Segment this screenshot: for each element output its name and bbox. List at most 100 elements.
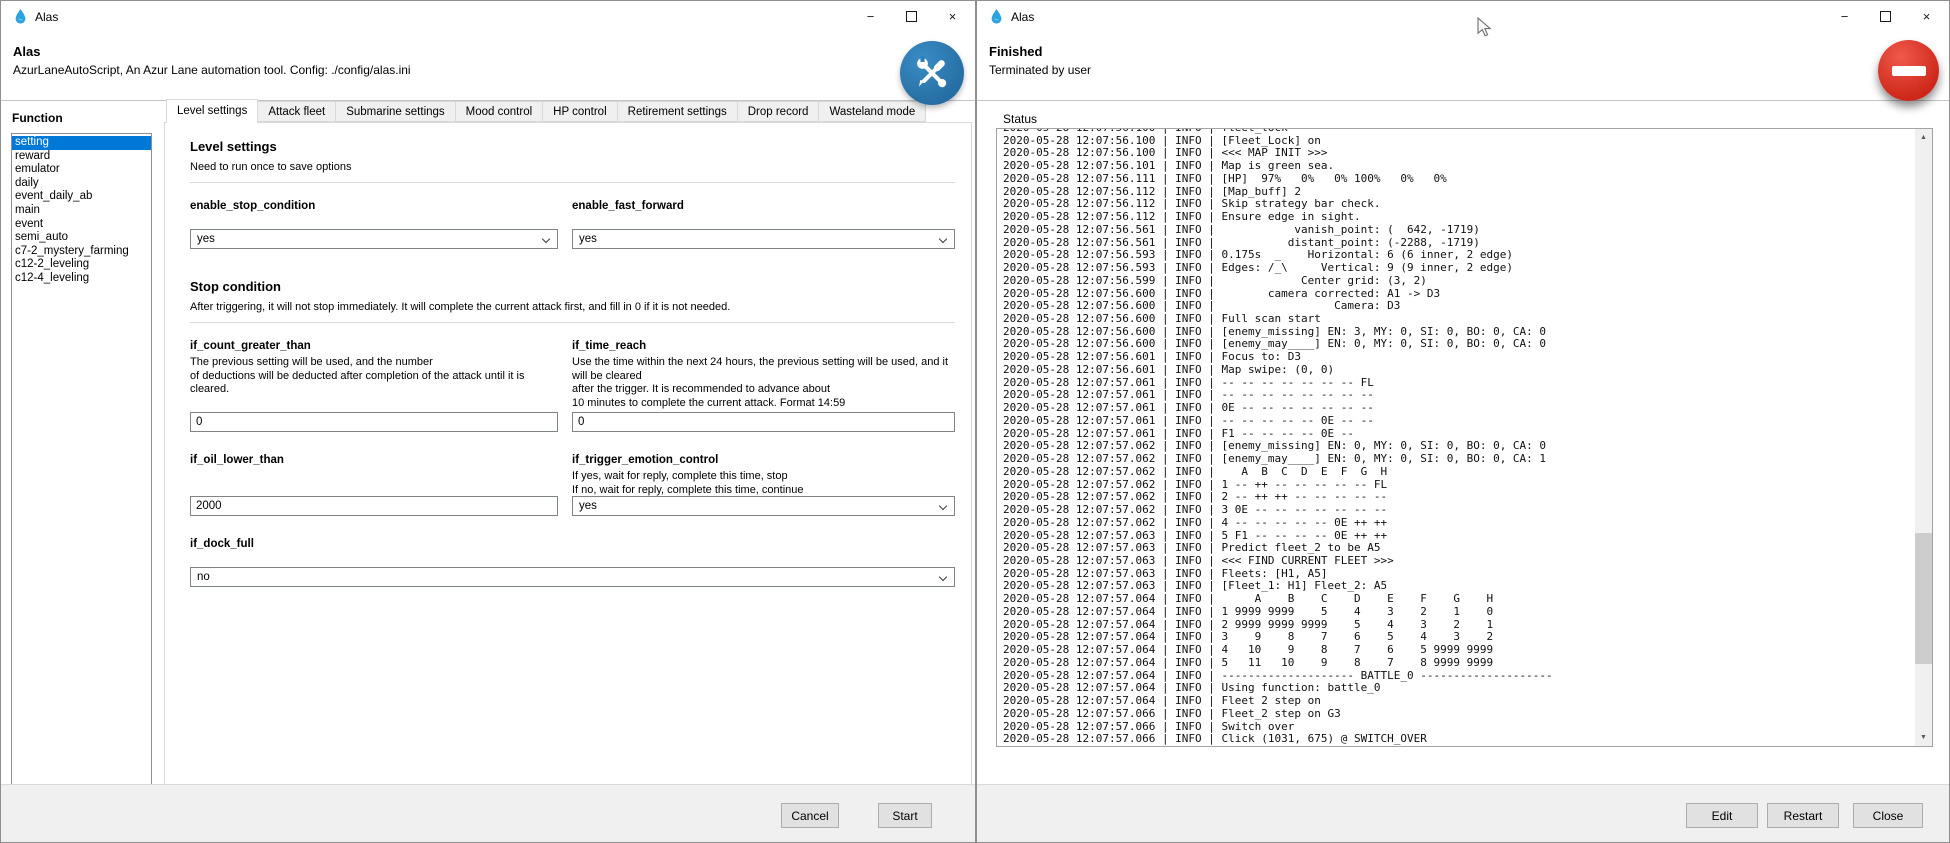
sidebar-item-event[interactable]: event xyxy=(12,218,151,232)
status-log: 2020-05-28 12:07:56.100 | INFO | fleet_l… xyxy=(996,128,1933,747)
log-text: 2020-05-28 12:07:56.100 | INFO | fleet_l… xyxy=(1003,129,1915,746)
alas-app-icon xyxy=(12,8,29,25)
field-label: if_trigger_emotion_control xyxy=(572,454,955,466)
tools-badge xyxy=(900,41,964,105)
level-settings-panel: Level settings Need to run once to save … xyxy=(164,122,972,787)
scrollbar-thumb[interactable] xyxy=(1915,533,1932,664)
config-header: Alas AzurLaneAutoScript, An Azur Lane au… xyxy=(1,32,975,101)
close-button[interactable]: × xyxy=(932,1,973,32)
function-label: Function xyxy=(12,111,63,125)
enable-fast-forward-select[interactable]: yes xyxy=(572,229,955,249)
start-button[interactable]: Start xyxy=(878,803,932,828)
field-description: will be cleared xyxy=(572,370,955,384)
field-description: The previous setting will be used, and t… xyxy=(190,356,558,370)
run-status-title: Finished xyxy=(989,44,1042,59)
selected-value: yes xyxy=(197,233,215,245)
tab-mood-control[interactable]: Mood control xyxy=(456,101,543,122)
sidebar-item-main[interactable]: main xyxy=(12,204,151,218)
sidebar-item-c12-2-leveling[interactable]: c12-2_leveling xyxy=(12,258,151,272)
close-icon: × xyxy=(1923,9,1931,24)
field-label: if_time_reach xyxy=(572,340,955,352)
tab-level-settings[interactable]: Level settings xyxy=(166,99,258,123)
titlebar[interactable]: Alas − × xyxy=(1,1,975,32)
tab-hp-control[interactable]: HP control xyxy=(543,101,617,122)
field-label: if_count_greater_than xyxy=(190,340,558,352)
section-note: After triggering, it will not stop immed… xyxy=(190,301,955,313)
sidebar-item-c7-2-mystery-farming[interactable]: c7-2_mystery_farming xyxy=(12,245,151,259)
if-count-greater-than-input[interactable] xyxy=(190,412,558,432)
titlebar[interactable]: Alas − × xyxy=(977,1,1949,32)
window-title: Alas xyxy=(1011,10,1034,24)
field-description: 10 minutes to complete the current attac… xyxy=(572,397,955,411)
section-title: Level settings xyxy=(190,139,955,154)
run-status-subtitle: Terminated by user xyxy=(989,63,1091,77)
restart-button[interactable]: Restart xyxy=(1767,803,1839,828)
window-title: Alas xyxy=(35,10,58,24)
maximize-icon xyxy=(906,11,917,22)
tab-retirement-settings[interactable]: Retirement settings xyxy=(618,101,738,122)
mouse-cursor xyxy=(1477,17,1492,38)
tab-drop-record[interactable]: Drop record xyxy=(738,101,820,122)
chevron-down-icon xyxy=(939,573,947,581)
settings-tabbar: Level settings Attack fleet Submarine se… xyxy=(166,101,926,122)
if-dock-full-select[interactable]: no xyxy=(190,567,955,587)
field-label: enable_fast_forward xyxy=(572,200,955,212)
close-run-button[interactable]: Close xyxy=(1853,803,1923,828)
sidebar-item-c12-4-leveling[interactable]: c12-4_leveling xyxy=(12,272,151,286)
sidebar-item-setting[interactable]: setting xyxy=(12,136,151,150)
chevron-down-icon xyxy=(542,235,550,243)
close-button[interactable]: × xyxy=(1906,1,1947,32)
function-listbox: setting reward emulator daily event_dail… xyxy=(11,133,152,785)
maximize-icon xyxy=(1880,11,1891,22)
log-viewport: 2020-05-28 12:07:56.100 | INFO | fleet_l… xyxy=(997,129,1915,746)
sidebar-item-event-daily-ab[interactable]: event_daily_ab xyxy=(12,190,151,204)
alas-app-icon xyxy=(988,8,1005,25)
field-label: if_dock_full xyxy=(190,538,955,550)
minimize-icon: − xyxy=(1841,9,1849,24)
config-footer: Cancel Start xyxy=(1,784,975,842)
maximize-button[interactable] xyxy=(1865,1,1906,32)
section-title: Stop condition xyxy=(190,279,955,294)
divider xyxy=(190,182,955,183)
minimize-button[interactable]: − xyxy=(850,1,891,32)
field-label: enable_stop_condition xyxy=(190,200,558,212)
maximize-button[interactable] xyxy=(891,1,932,32)
minimize-icon: − xyxy=(867,9,875,24)
field-description: If yes, wait for reply, complete this ti… xyxy=(572,470,955,484)
enable-stop-condition-select[interactable]: yes xyxy=(190,229,558,249)
if-trigger-emotion-control-select[interactable]: yes xyxy=(572,496,955,516)
divider xyxy=(190,322,955,323)
minimize-button[interactable]: − xyxy=(1824,1,1865,32)
page-title: Alas xyxy=(13,44,40,59)
status-window: Alas − × Finished Terminated by user Sta… xyxy=(976,0,1950,843)
tab-submarine-settings[interactable]: Submarine settings xyxy=(336,101,455,122)
log-scrollbar[interactable]: ▲ ▼ xyxy=(1915,129,1932,746)
config-window: Alas − × Alas AzurLaneAutoScript, An Azu… xyxy=(0,0,976,843)
status-header: Finished Terminated by user xyxy=(977,32,1949,101)
if-oil-lower-than-input[interactable] xyxy=(190,496,558,516)
selected-value: yes xyxy=(579,233,597,245)
selected-value: yes xyxy=(579,500,597,512)
field-description: of deductions will be deducted after com… xyxy=(190,370,558,397)
status-footer: Edit Restart Close xyxy=(977,784,1949,842)
page-subtitle: AzurLaneAutoScript, An Azur Lane automat… xyxy=(13,63,411,77)
scroll-up-icon[interactable]: ▲ xyxy=(1915,129,1932,146)
edit-button[interactable]: Edit xyxy=(1686,803,1758,828)
sidebar-item-emulator[interactable]: emulator xyxy=(12,163,151,177)
sidebar-item-daily[interactable]: daily xyxy=(12,177,151,191)
section-note: Need to run once to save options xyxy=(190,161,955,173)
scroll-down-icon[interactable]: ▼ xyxy=(1915,729,1932,746)
if-time-reach-input[interactable] xyxy=(572,412,955,432)
screen: Alas − × Alas AzurLaneAutoScript, An Azu… xyxy=(0,0,1950,843)
tab-attack-fleet[interactable]: Attack fleet xyxy=(258,101,336,122)
tab-wasteland-mode[interactable]: Wasteland mode xyxy=(819,101,926,122)
stopped-badge xyxy=(1878,40,1939,101)
status-label: Status xyxy=(1003,112,1037,126)
sidebar-item-reward[interactable]: reward xyxy=(12,150,151,164)
close-icon: × xyxy=(949,9,957,24)
wrench-screwdriver-icon xyxy=(913,54,951,92)
field-description: If no, wait for reply, complete this tim… xyxy=(572,484,955,497)
selected-value: no xyxy=(197,571,210,583)
cancel-button[interactable]: Cancel xyxy=(781,803,839,828)
sidebar-item-semi-auto[interactable]: semi_auto xyxy=(12,231,151,245)
